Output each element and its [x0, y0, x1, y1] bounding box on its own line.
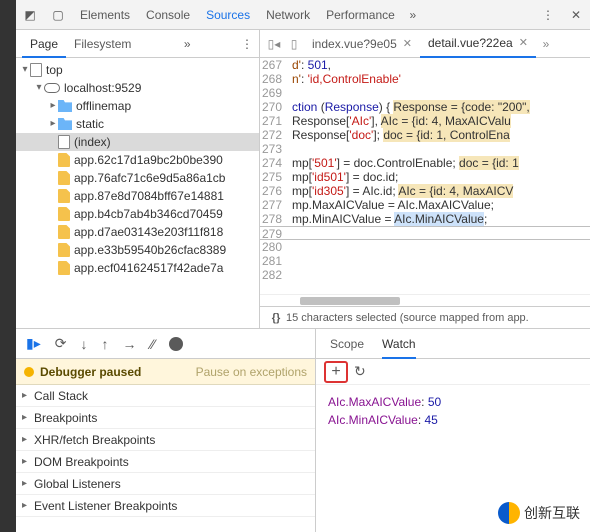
debugger-toolbar: ▮▸ ⟳ ↓ ↑ → ⁄⁄ — [16, 329, 315, 359]
browser-frame-edge — [0, 0, 16, 532]
section-global-listeners[interactable]: ▸Global Listeners — [16, 473, 315, 495]
close-icon[interactable]: ✕ — [403, 30, 412, 58]
tab-scope[interactable]: Scope — [330, 329, 364, 359]
refresh-icon[interactable]: ↻ — [354, 363, 366, 380]
more-tabs-icon[interactable]: » — [403, 8, 423, 22]
tree-item[interactable]: ▸app.ecf041624517f42ade7a — [16, 259, 259, 277]
code-line[interactable]: 267d': 501, — [260, 58, 590, 72]
editor-tab[interactable]: index.vue?9e05✕ — [304, 30, 420, 58]
watermark-logo: 创新互联 — [494, 500, 584, 526]
code-line[interactable]: 271 Response['AIc'], AIc = {id: 4, MaxAI… — [260, 114, 590, 128]
code-line[interactable]: 275mp['id501'] = doc.id; — [260, 170, 590, 184]
tree-item[interactable]: ▸offlinemap — [16, 97, 259, 115]
status-bar: {} 15 characters selected (source mapped… — [260, 306, 590, 328]
code-line[interactable]: 278mp.MinAICValue = AIc.MinAICValue; — [260, 212, 590, 226]
deactivate-bp-icon[interactable]: ⁄⁄ — [150, 336, 155, 352]
add-watch-button[interactable]: + — [324, 361, 348, 383]
code-line[interactable]: 272 Response['doc']; doc = {id: 1, Contr… — [260, 128, 590, 142]
tab-sources[interactable]: Sources — [198, 0, 258, 30]
warning-icon — [24, 367, 34, 377]
step-out-icon[interactable]: ↑ — [101, 336, 108, 352]
section-dom-breakpoints[interactable]: ▸DOM Breakpoints — [16, 451, 315, 473]
tree-item[interactable]: ▸app.e33b59540b26cfac8389 — [16, 241, 259, 259]
code-line[interactable]: 279 — [260, 226, 590, 240]
pause-exceptions-icon[interactable] — [169, 337, 183, 351]
more-tabs-icon[interactable]: » — [536, 37, 556, 51]
code-line[interactable]: 280 — [260, 240, 590, 254]
section-call-stack[interactable]: ▸Call Stack — [16, 385, 315, 407]
settings-icon[interactable]: ⋮ — [534, 8, 562, 22]
code-line[interactable]: 282 — [260, 268, 590, 282]
section-xhr-fetch-breakpoints[interactable]: ▸XHR/fetch Breakpoints — [16, 429, 315, 451]
resume-icon[interactable]: ▮▸ — [26, 335, 41, 352]
tree-item[interactable]: ▾localhost:9529 — [16, 79, 259, 97]
paused-label: Debugger paused — [40, 365, 141, 379]
section-breakpoints[interactable]: ▸Breakpoints — [16, 407, 315, 429]
paused-reason: Pause on exceptions — [196, 365, 307, 379]
nav-back-icon[interactable]: ▯◂ — [264, 37, 284, 51]
logo-text: 创新互联 — [524, 503, 580, 523]
debugger-panel: ▮▸ ⟳ ↓ ↑ → ⁄⁄ Debugger paused Pause on e… — [16, 329, 316, 532]
close-icon[interactable]: ✕ — [562, 8, 590, 22]
device-toolbar-icon[interactable]: ▢ — [44, 8, 72, 22]
watch-item[interactable]: AIc.MinAICValue: 45 — [328, 411, 578, 429]
tab-filesystem[interactable]: Filesystem — [66, 30, 139, 58]
file-tree[interactable]: ▾top▾localhost:9529▸offlinemap▸static▸(i… — [16, 58, 259, 328]
tab-network[interactable]: Network — [258, 0, 318, 30]
code-line[interactable]: 273 — [260, 142, 590, 156]
pretty-print-icon[interactable]: {} — [266, 312, 286, 324]
nav-fwd-icon[interactable]: ▯ — [284, 37, 304, 51]
code-line[interactable]: 274mp['501'] = doc.ControlEnable; doc = … — [260, 156, 590, 170]
logo-icon — [498, 502, 520, 524]
tab-watch[interactable]: Watch — [382, 329, 416, 359]
tree-item[interactable]: ▸static — [16, 115, 259, 133]
tree-item[interactable]: ▸app.b4cb7ab4b346cd70459 — [16, 205, 259, 223]
tree-item[interactable]: ▸app.62c17d1a9bc2b0be390 — [16, 151, 259, 169]
status-text: 15 characters selected (source mapped fr… — [286, 312, 529, 324]
code-line[interactable]: 277mp.MaxAICValue = AIc.MaxAICValue; — [260, 198, 590, 212]
paused-banner: Debugger paused Pause on exceptions — [16, 359, 315, 385]
editor-tab[interactable]: detail.vue?22ea✕ — [420, 30, 536, 58]
code-line[interactable]: 281 — [260, 254, 590, 268]
horizontal-scrollbar[interactable] — [260, 294, 590, 306]
tab-elements[interactable]: Elements — [72, 0, 138, 30]
code-line[interactable]: 276mp['id305'] = AIc.id; AIc = {id: 4, M… — [260, 184, 590, 198]
inspect-icon[interactable]: ◩ — [16, 8, 44, 22]
code-editor-panel: ▯◂ ▯ index.vue?9e05✕detail.vue?22ea✕» 26… — [260, 30, 590, 328]
tab-performance[interactable]: Performance — [318, 0, 403, 30]
tree-item[interactable]: ▸app.d7ae03143e203f11f818 — [16, 223, 259, 241]
section-event-listener-breakpoints[interactable]: ▸Event Listener Breakpoints — [16, 495, 315, 517]
watch-item[interactable]: AIc.MaxAICValue: 50 — [328, 393, 578, 411]
devtools-tabbar: ◩ ▢ ElementsConsoleSourcesNetworkPerform… — [16, 0, 590, 30]
code-line[interactable]: 269 — [260, 86, 590, 100]
tree-item[interactable]: ▾top — [16, 61, 259, 79]
code-line[interactable]: 268n': 'id,ControlEnable' — [260, 72, 590, 86]
kebab-icon[interactable]: ⋮ — [235, 37, 259, 51]
more-tabs-icon[interactable]: » — [175, 37, 199, 51]
step-icon[interactable]: → — [122, 336, 136, 352]
tree-item[interactable]: ▸app.87e8d7084bff67e14881 — [16, 187, 259, 205]
code-line[interactable]: 270ction (Response) { Response = {code: … — [260, 100, 590, 114]
code-body[interactable]: 267d': 501,268n': 'id,ControlEnable'2692… — [260, 58, 590, 294]
editor-tabs: ▯◂ ▯ index.vue?9e05✕detail.vue?22ea✕» — [260, 30, 590, 58]
tab-console[interactable]: Console — [138, 0, 198, 30]
tree-item[interactable]: ▸(index) — [16, 133, 259, 151]
file-navigator: Page Filesystem » ⋮ ▾top▾localhost:9529▸… — [16, 30, 260, 328]
tree-item[interactable]: ▸app.76afc71c6e9d5a86a1cb — [16, 169, 259, 187]
close-icon[interactable]: ✕ — [519, 29, 528, 57]
step-over-icon[interactable]: ⟳ — [55, 335, 67, 352]
tab-page[interactable]: Page — [22, 30, 66, 58]
step-into-icon[interactable]: ↓ — [80, 336, 87, 352]
watch-expressions[interactable]: AIc.MaxAICValue: 50AIc.MinAICValue: 45 — [316, 385, 590, 437]
